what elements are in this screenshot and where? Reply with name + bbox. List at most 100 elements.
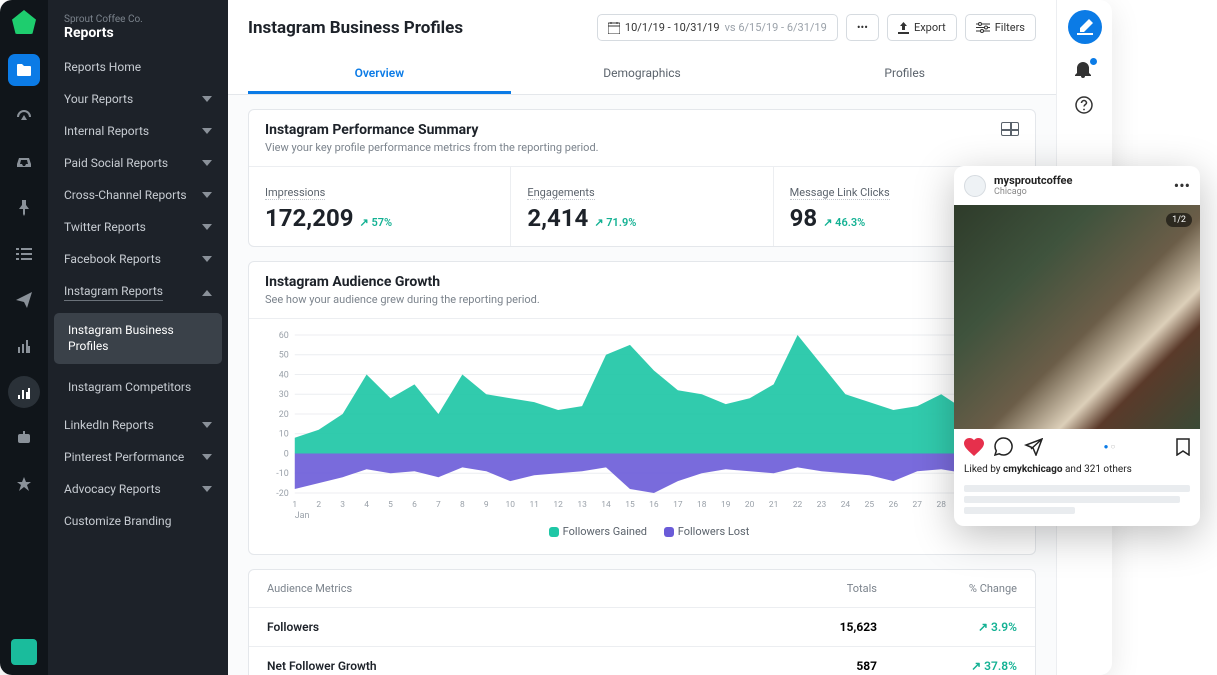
col-metrics: Audience Metrics: [267, 582, 757, 595]
carousel-dots: ● ○: [1104, 442, 1116, 451]
sidebar-paid-social[interactable]: Paid Social Reports: [48, 147, 228, 179]
export-button[interactable]: Export: [887, 14, 957, 41]
date-range-picker[interactable]: 10/1/19 - 10/31/19 vs 6/15/19 - 6/31/19: [597, 14, 838, 41]
nav-bot-icon[interactable]: [8, 422, 40, 454]
more-button[interactable]: •••: [846, 14, 879, 41]
sidebar-cross-channel[interactable]: Cross-Channel Reports: [48, 179, 228, 211]
sidebar-your-reports[interactable]: Your Reports: [48, 83, 228, 115]
delta-up: 71.9%: [594, 216, 636, 229]
svg-text:-10: -10: [276, 469, 288, 479]
svg-text:14: 14: [601, 500, 611, 510]
metric-engagements: Engagements 2,41471.9%: [511, 167, 773, 246]
tab-profiles[interactable]: Profiles: [773, 55, 1036, 94]
caption-skeleton: [964, 507, 1075, 514]
sidebar-twitter[interactable]: Twitter Reports: [48, 211, 228, 243]
nav-dashboard-icon[interactable]: [8, 100, 40, 132]
row-net-growth: Net Follower Growth 587 37.8%: [249, 646, 1035, 675]
nav-list-icon[interactable]: [8, 238, 40, 270]
legend-swatch-gained: [549, 527, 559, 537]
sidebar-instagram[interactable]: Instagram Reports: [48, 275, 228, 310]
card-title: Instagram Audience Growth: [265, 274, 540, 290]
svg-text:30: 30: [279, 390, 289, 400]
audience-metrics-table: Audience Metrics Totals % Change Followe…: [248, 569, 1036, 675]
sidebar-facebook[interactable]: Facebook Reports: [48, 243, 228, 275]
svg-text:11: 11: [529, 500, 538, 510]
svg-text:23: 23: [817, 500, 827, 510]
table-view-icon[interactable]: [1001, 122, 1019, 136]
svg-text:17: 17: [673, 500, 683, 510]
instagram-post-preview: mysproutcoffee Chicago ••• 1/2 ● ○ Liked…: [954, 166, 1200, 526]
nav-star-icon[interactable]: [8, 468, 40, 500]
chevron-down-icon: [202, 256, 212, 262]
metric-impressions: Impressions 172,20957%: [249, 167, 511, 246]
svg-text:10: 10: [279, 430, 289, 440]
sidebar-ig-business-profiles[interactable]: Instagram Business Profiles: [54, 313, 222, 364]
sidebar-linkedin[interactable]: LinkedIn Reports: [48, 409, 228, 441]
post-more-icon[interactable]: •••: [1174, 176, 1190, 195]
sidebar-advocacy[interactable]: Advocacy Reports: [48, 473, 228, 505]
notifications-icon[interactable]: [1075, 60, 1095, 80]
svg-text:24: 24: [841, 500, 851, 510]
post-likes: Liked by cmykchicago and 321 others: [954, 464, 1200, 481]
svg-text:2: 2: [316, 500, 321, 510]
comment-icon[interactable]: [994, 437, 1013, 456]
sprout-logo: [12, 10, 36, 34]
chevron-down-icon: [202, 128, 212, 134]
nav-inbox-icon[interactable]: [8, 146, 40, 178]
sidebar-reports-home[interactable]: Reports Home: [48, 51, 228, 83]
post-image[interactable]: 1/2: [954, 205, 1200, 429]
tab-demographics[interactable]: Demographics: [511, 55, 774, 94]
user-avatar[interactable]: [11, 639, 37, 665]
calendar-icon: [608, 22, 620, 34]
legend-swatch-lost: [664, 527, 674, 537]
svg-text:40: 40: [279, 370, 289, 380]
svg-text:26: 26: [889, 500, 899, 510]
nav-pin-icon[interactable]: [8, 192, 40, 224]
like-icon[interactable]: [964, 438, 984, 456]
svg-text:50: 50: [279, 351, 289, 361]
audience-growth-chart: -20-100102030405060123456789101112131415…: [265, 329, 1019, 519]
col-change: % Change: [877, 582, 1017, 595]
svg-text:7: 7: [436, 500, 441, 510]
tab-overview[interactable]: Overview: [248, 55, 511, 94]
post-avatar[interactable]: [964, 175, 986, 197]
svg-text:18: 18: [697, 500, 707, 510]
sidebar-ig-competitors[interactable]: Instagram Competitors: [54, 370, 222, 406]
nav-send-icon[interactable]: [8, 284, 40, 316]
share-icon[interactable]: [1023, 438, 1043, 456]
sidebar-pinterest[interactable]: Pinterest Performance: [48, 441, 228, 473]
compose-button[interactable]: [1068, 10, 1102, 44]
svg-text:60: 60: [279, 331, 289, 341]
svg-text:4: 4: [364, 500, 369, 510]
nav-analytics-icon[interactable]: [8, 330, 40, 362]
nav-folder-icon[interactable]: [8, 54, 40, 86]
report-tabs: Overview Demographics Profiles: [228, 55, 1056, 95]
post-location[interactable]: Chicago: [994, 187, 1072, 197]
delta-up: 46.3%: [823, 216, 865, 229]
svg-text:27: 27: [913, 500, 923, 510]
svg-text:3: 3: [340, 500, 345, 510]
sidebar-internal-reports[interactable]: Internal Reports: [48, 115, 228, 147]
caption-skeleton: [964, 496, 1180, 503]
section-title: Reports: [64, 25, 212, 41]
chevron-down-icon: [202, 160, 212, 166]
filters-button[interactable]: Filters: [965, 14, 1036, 41]
svg-text:16: 16: [649, 500, 659, 510]
svg-text:25: 25: [865, 500, 875, 510]
date-range-value: 10/1/19 - 10/31/19: [625, 21, 720, 34]
nav-reports-icon[interactable]: [8, 376, 40, 408]
svg-text:Jan: Jan: [295, 511, 310, 519]
card-title: Instagram Performance Summary: [265, 122, 599, 138]
card-subtitle: View your key profile performance metric…: [265, 141, 599, 154]
caption-skeleton: [964, 485, 1190, 492]
svg-text:20: 20: [279, 410, 289, 420]
help-icon[interactable]: [1075, 96, 1095, 116]
card-subtitle: See how your audience grew during the re…: [265, 293, 540, 306]
post-username[interactable]: mysproutcoffee: [994, 174, 1072, 187]
chevron-down-icon: [202, 422, 212, 428]
performance-summary-card: Instagram Performance Summary View your …: [248, 109, 1036, 247]
svg-text:13: 13: [577, 500, 587, 510]
sliders-icon: [976, 22, 990, 33]
bookmark-icon[interactable]: [1176, 438, 1190, 456]
sidebar-customize-branding[interactable]: Customize Branding: [48, 505, 228, 537]
